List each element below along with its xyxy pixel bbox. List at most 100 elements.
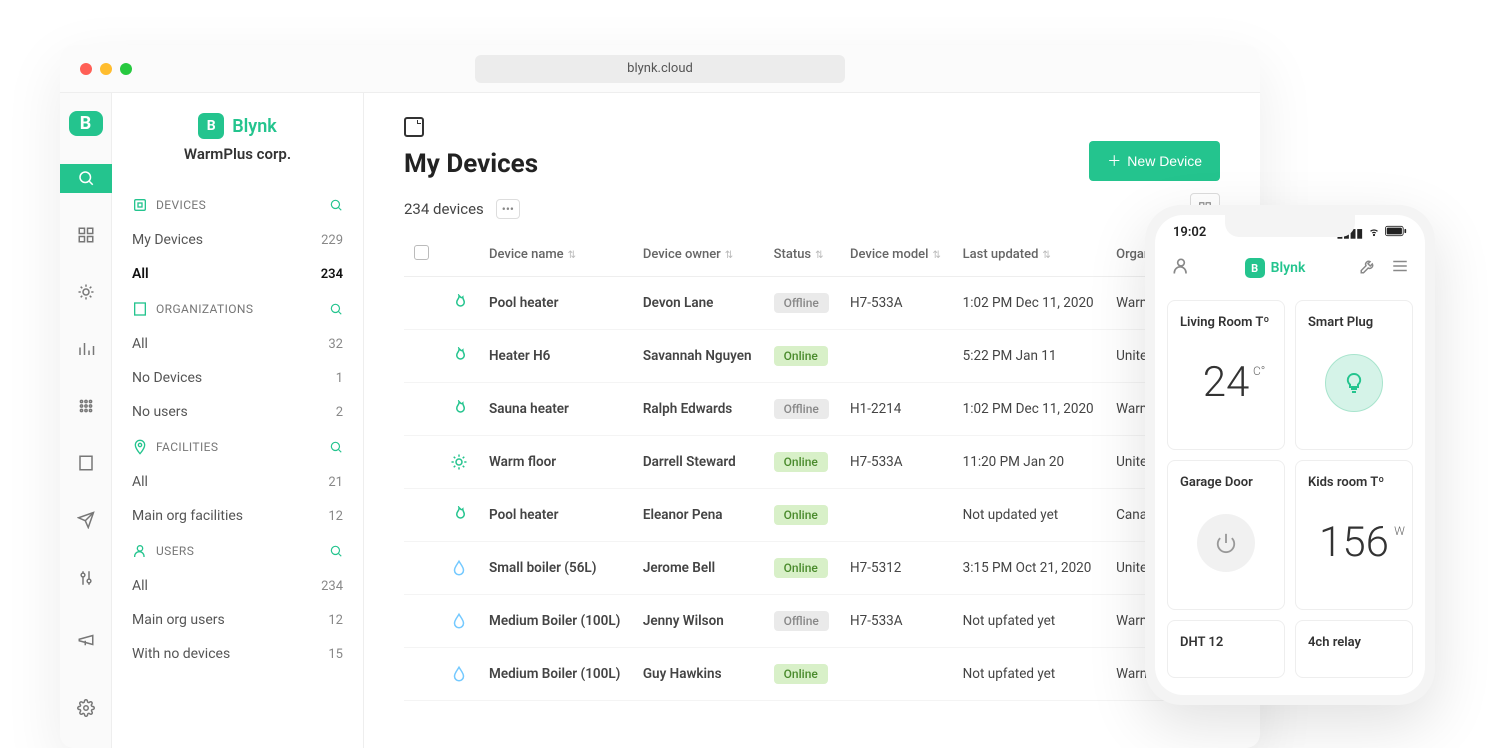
- sort-icon[interactable]: ⇅: [815, 250, 823, 261]
- last-updated: 3:15 PM Oct 21, 2020: [953, 542, 1106, 595]
- device-owner: Ralph Edwards: [633, 383, 764, 436]
- blynk-logo-icon[interactable]: B: [69, 111, 103, 136]
- col-status: Status⇅: [764, 233, 840, 277]
- megaphone-icon[interactable]: [60, 620, 112, 660]
- tile-0[interactable]: Living Room Tº24C°: [1167, 300, 1285, 450]
- settings-slider-icon[interactable]: [60, 563, 112, 592]
- power-icon[interactable]: [1197, 514, 1255, 572]
- sort-icon[interactable]: ⇅: [1042, 250, 1050, 261]
- browser-window: blynk.cloud B: [60, 45, 1260, 748]
- search-icon[interactable]: [329, 440, 343, 454]
- chart-icon[interactable]: [60, 335, 112, 364]
- tile-1[interactable]: Smart Plug: [1295, 300, 1413, 450]
- table-row[interactable]: Sauna heaterRalph EdwardsOfflineH1-22141…: [404, 383, 1220, 436]
- new-device-label: New Device: [1127, 153, 1202, 169]
- menu-icon[interactable]: [1391, 257, 1409, 279]
- device-owner: Jenny Wilson: [633, 595, 764, 648]
- device-owner: Eleanor Pena: [633, 489, 764, 542]
- search-icon[interactable]: [329, 544, 343, 558]
- search-icon[interactable]: [329, 198, 343, 212]
- sidebar-item-label: All: [132, 266, 149, 282]
- device-owner: Savannah Nguyen: [633, 330, 764, 383]
- col-owner: Device owner⇅: [633, 233, 764, 277]
- fullscreen-icon[interactable]: [404, 117, 424, 137]
- device-name: Sauna heater: [479, 383, 633, 436]
- tile-4[interactable]: DHT 12: [1167, 620, 1285, 678]
- tile-5[interactable]: 4ch relay: [1295, 620, 1413, 678]
- sidebar-item-users-0[interactable]: All234: [112, 569, 363, 603]
- sort-icon[interactable]: ⇅: [932, 250, 940, 261]
- grid-icon[interactable]: [60, 392, 112, 421]
- sidebar-item-count: 12: [328, 613, 343, 628]
- profile-icon[interactable]: [1171, 256, 1191, 280]
- table-row[interactable]: Heater H6Savannah NguyenOnline5:22 PM Ja…: [404, 330, 1220, 383]
- device-model: H7-533A: [840, 436, 953, 489]
- sort-icon[interactable]: ⇅: [725, 250, 733, 261]
- sidebar-item-users-1[interactable]: Main org users 12: [112, 603, 363, 637]
- device-model: H7-533A: [840, 595, 953, 648]
- last-updated: Not updated yet: [953, 489, 1106, 542]
- tile-title: DHT 12: [1180, 635, 1272, 650]
- search-icon[interactable]: [60, 164, 112, 193]
- device-name: Pool heater: [479, 277, 633, 330]
- sidebar-item-label: Main org users: [132, 612, 225, 628]
- sort-icon[interactable]: ⇅: [568, 250, 576, 261]
- wifi-icon: [1367, 225, 1381, 240]
- table-row[interactable]: Medium Boiler (100L)Jenny WilsonOfflineH…: [404, 595, 1220, 648]
- table-row[interactable]: Medium Boiler (100L)Guy HawkinsOnlineNot…: [404, 648, 1220, 701]
- url-bar[interactable]: blynk.cloud: [475, 55, 845, 83]
- tile-title: Smart Plug: [1308, 315, 1400, 330]
- building-icon[interactable]: [60, 449, 112, 478]
- tile-title: Garage Door: [1180, 475, 1272, 490]
- last-updated: 5:22 PM Jan 11: [953, 330, 1106, 383]
- sidebar-item-organizations-2[interactable]: No users2: [112, 395, 363, 429]
- bulb-icon[interactable]: [1325, 354, 1383, 412]
- device-owner: Darrell Steward: [633, 436, 764, 489]
- search-icon[interactable]: [329, 302, 343, 316]
- table-row[interactable]: Small boiler (56L)Jerome BellOnlineH7-53…: [404, 542, 1220, 595]
- section-title-devices: DEVICES: [156, 198, 206, 212]
- table-row[interactable]: Pool heaterDevon LaneOfflineH7-533A1:02 …: [404, 277, 1220, 330]
- sidebar-item-organizations-0[interactable]: All32: [112, 327, 363, 361]
- plus-icon: ＋: [1107, 151, 1121, 171]
- sidebar-item-devices-0[interactable]: My Devices229: [112, 223, 363, 257]
- close-window-icon[interactable]: [80, 63, 92, 75]
- status-badge: Offline: [774, 293, 829, 313]
- sidebar-item-devices-1[interactable]: All234: [112, 257, 363, 291]
- device-model: H1-2214: [840, 383, 953, 436]
- status-badge: Online: [774, 346, 828, 366]
- sun-icon[interactable]: [60, 278, 112, 307]
- sidebar-item-label: All: [132, 474, 148, 490]
- device-name: Medium Boiler (100L): [479, 648, 633, 701]
- col-model: Device model⇅: [840, 233, 953, 277]
- tile-2[interactable]: Garage Door: [1167, 460, 1285, 610]
- maximize-window-icon[interactable]: [120, 63, 132, 75]
- tile-3[interactable]: Kids room Tº156W: [1295, 460, 1413, 610]
- status-badge: Offline: [774, 399, 829, 419]
- sidebar-item-facilities-1[interactable]: Main org facilities12: [112, 499, 363, 533]
- device-model: [840, 489, 953, 542]
- device-model: H7-5312: [840, 542, 953, 595]
- brand-mark-icon: B: [198, 113, 224, 139]
- table-row[interactable]: Pool heaterEleanor PenaOnlineNot updated…: [404, 489, 1220, 542]
- send-icon[interactable]: [60, 506, 112, 535]
- wrench-icon[interactable]: [1359, 257, 1377, 279]
- sidebar-item-organizations-1[interactable]: No Devices1: [112, 361, 363, 395]
- table-row[interactable]: Warm floorDarrell StewardOnlineH7-533A11…: [404, 436, 1220, 489]
- icon-rail: B: [60, 93, 112, 748]
- sidebar-item-users-2[interactable]: With no devices15: [112, 637, 363, 671]
- qr-icon[interactable]: [60, 221, 112, 250]
- more-options-button[interactable]: •••: [496, 199, 520, 219]
- device-model: [840, 330, 953, 383]
- sidebar-item-facilities-0[interactable]: All21: [112, 465, 363, 499]
- sidebar-item-count: 234: [321, 579, 343, 594]
- last-updated: Not upfated yet: [953, 648, 1106, 701]
- section-title-organizations: ORGANIZATIONS: [156, 302, 253, 316]
- minimize-window-icon[interactable]: [100, 63, 112, 75]
- new-device-button[interactable]: ＋ New Device: [1089, 141, 1220, 181]
- sun-on-icon: [449, 452, 469, 472]
- gear-icon[interactable]: [60, 688, 112, 728]
- last-updated: 1:02 PM Dec 11, 2020: [953, 277, 1106, 330]
- select-all-checkbox[interactable]: [414, 245, 429, 260]
- status-badge: Online: [774, 664, 828, 684]
